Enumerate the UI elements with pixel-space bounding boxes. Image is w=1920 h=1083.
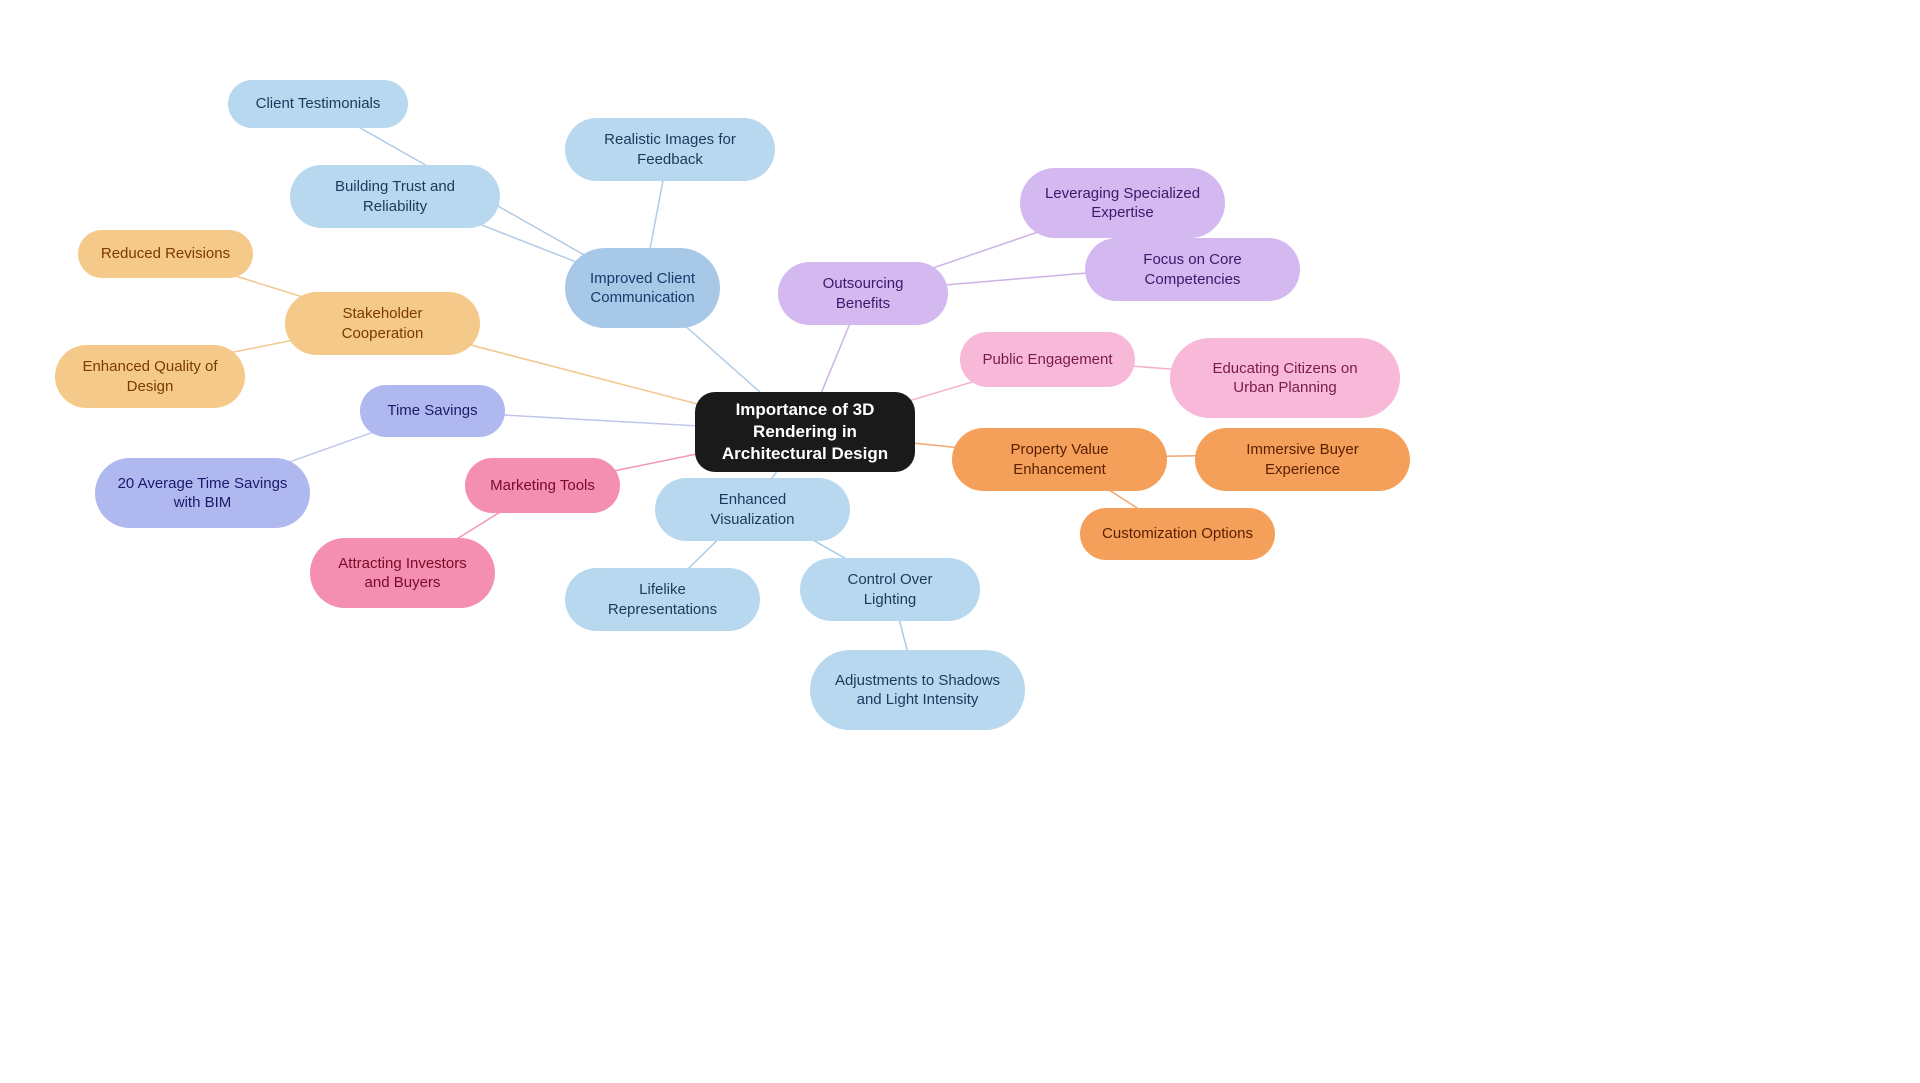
enhanced-viz-node[interactable]: Enhanced Visualization xyxy=(655,478,850,541)
stakeholder-node[interactable]: Stakeholder Cooperation xyxy=(285,292,480,355)
lifelike-node[interactable]: Lifelike Representations xyxy=(565,568,760,631)
property-value-node[interactable]: Property Value Enhancement xyxy=(952,428,1167,491)
leveraging-node[interactable]: Leveraging Specialized Expertise xyxy=(1020,168,1225,238)
avg-time-savings-node[interactable]: 20 Average Time Savings with BIM xyxy=(95,458,310,528)
enhanced-quality-node[interactable]: Enhanced Quality of Design xyxy=(55,345,245,408)
focus-core-node[interactable]: Focus on Core Competencies xyxy=(1085,238,1300,301)
educating-citizens-node[interactable]: Educating Citizens on Urban Planning xyxy=(1170,338,1400,418)
customization-node[interactable]: Customization Options xyxy=(1080,508,1275,560)
marketing-tools-node[interactable]: Marketing Tools xyxy=(465,458,620,513)
public-engagement-node[interactable]: Public Engagement xyxy=(960,332,1135,387)
attracting-investors-node[interactable]: Attracting Investors and Buyers xyxy=(310,538,495,608)
outsourcing-node[interactable]: Outsourcing Benefits xyxy=(778,262,948,325)
immersive-buyer-node[interactable]: Immersive Buyer Experience xyxy=(1195,428,1410,491)
control-lighting-node[interactable]: Control Over Lighting xyxy=(800,558,980,621)
time-savings-node[interactable]: Time Savings xyxy=(360,385,505,437)
building-trust-node[interactable]: Building Trust and Reliability xyxy=(290,165,500,228)
adjustments-shadows-node[interactable]: Adjustments to Shadows and Light Intensi… xyxy=(810,650,1025,730)
mind-map-connections xyxy=(0,0,1920,1083)
improved-client-node[interactable]: Improved Client Communication xyxy=(565,248,720,328)
center-node[interactable]: Importance of 3D Rendering in Architectu… xyxy=(695,392,915,472)
realistic-images-node[interactable]: Realistic Images for Feedback xyxy=(565,118,775,181)
client-testimonials-node[interactable]: Client Testimonials xyxy=(228,80,408,128)
reduced-revisions-node[interactable]: Reduced Revisions xyxy=(78,230,253,278)
